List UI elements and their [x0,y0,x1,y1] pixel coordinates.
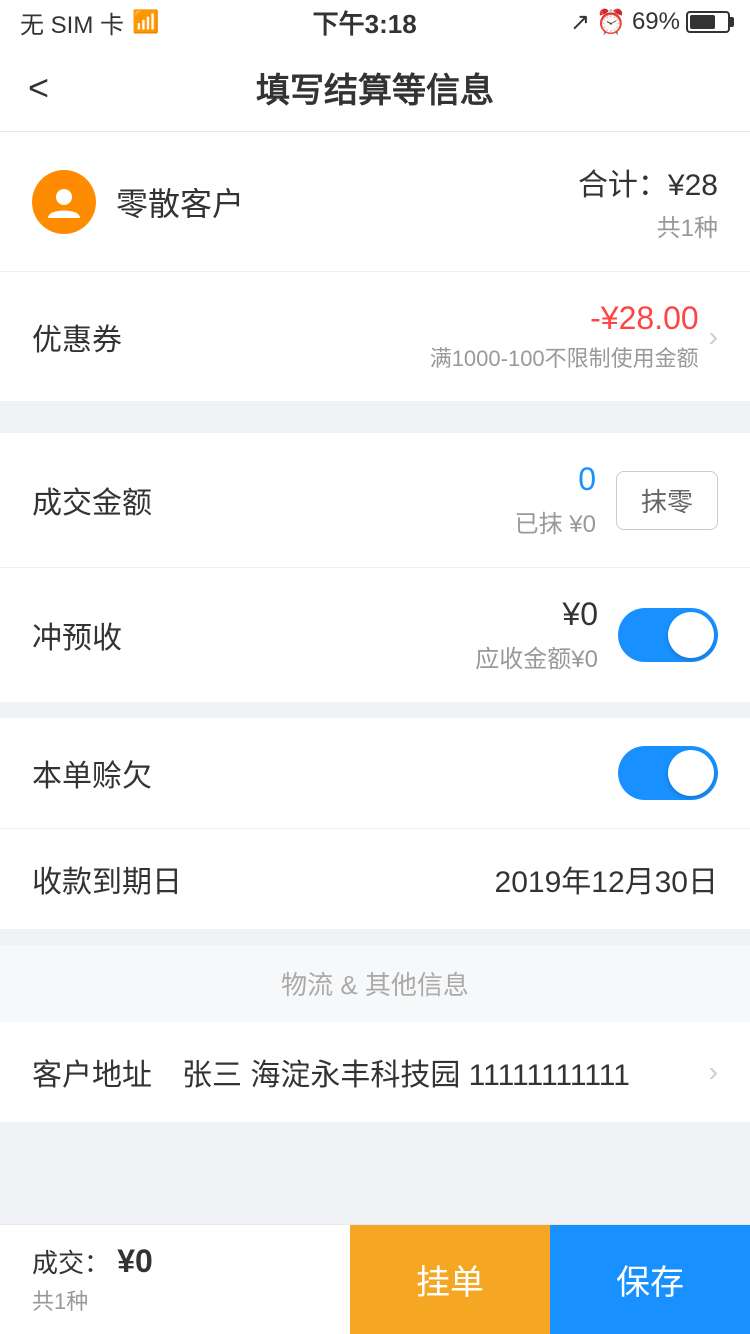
due-date-value: 2019年12月30日 [495,857,718,901]
total-amount: 合计：¥28 [578,160,718,204]
status-right: ↗ ⏰ 69% [570,8,730,37]
deal-amount-card: 成交金额 0 已抹 ¥0 抹零 冲预收 ¥0 应收金额¥0 [0,433,750,702]
content: 零散客户 合计：¥28 共1种 优惠券 -¥28.00 满1000-100不限制… [0,132,750,1258]
bottom-deal-amount: ¥0 [117,1243,153,1279]
coupon-right: -¥28.00 满1000-100不限制使用金额 › [430,300,718,373]
customer-card: 零散客户 合计：¥28 共1种 优惠券 -¥28.00 满1000-100不限制… [0,132,750,401]
coupon-label: 优惠券 [32,315,122,359]
prepayment-right: ¥0 应收金额¥0 [475,596,718,674]
alarm-icon: ⏰ [596,8,626,37]
logistics-header: 物流 & 其他信息 [0,945,750,1022]
hold-button[interactable]: 挂单 [350,1225,550,1334]
status-bar: 无 SIM 卡 📶 下午3:18 ↗ ⏰ 69% [0,0,750,44]
section-divider-1 [0,417,750,433]
location-icon: ↗ [570,8,590,37]
prepayment-label: 冲预收 [32,613,122,657]
customer-summary: 合计：¥28 共1种 [578,160,718,243]
wifi-icon: 📶 [132,9,159,35]
prepayment-row: 冲预收 ¥0 应收金额¥0 [0,568,750,702]
total-count: 共1种 [578,208,718,243]
due-date-row: 收款到期日 2019年12月30日 [0,829,750,929]
avatar [32,170,96,234]
deal-amount-row: 成交金额 0 已抹 ¥0 抹零 [0,433,750,568]
section-divider-2 [0,702,750,718]
bottom-deal-label: 成交： [32,1248,110,1278]
bottom-summary: 成交： ¥0 共1种 [0,1243,350,1316]
battery-fill [690,15,715,29]
coupon-desc: 满1000-100不限制使用金额 [430,341,699,373]
logistics-title: 物流 & 其他信息 [281,970,469,1000]
deal-amount-label: 成交金额 [32,478,152,522]
prepayment-sub: 应收金额¥0 [475,639,598,674]
address-label: 客户地址 [32,1050,152,1094]
prepayment-toggle[interactable] [618,608,718,662]
carrier-label: 无 SIM 卡 [20,5,124,40]
save-button[interactable]: 保存 [550,1225,750,1334]
status-time: 下午3:18 [313,4,417,41]
page-title: 填写结算等信息 [256,63,494,112]
customer-row: 零散客户 合计：¥28 共1种 [0,132,750,271]
chevron-right-icon: › [709,321,718,353]
debit-right [618,746,718,800]
debit-label: 本单赊欠 [32,751,152,795]
customer-left: 零散客户 [32,170,244,234]
battery-percent: 69% [632,8,680,36]
section-divider-3 [0,929,750,945]
address-card: 客户地址 张三 海淀永丰科技园 11111111111 › [0,1022,750,1122]
coupon-row[interactable]: 优惠券 -¥28.00 满1000-100不限制使用金额 › [0,271,750,401]
debit-row: 本单赊欠 [0,718,750,829]
user-icon [46,184,82,220]
bottom-count: 共1种 [32,1284,318,1316]
address-chevron-icon: › [709,1056,718,1088]
prepayment-values: ¥0 应收金额¥0 [475,596,598,674]
status-left: 无 SIM 卡 📶 [20,5,159,40]
deal-amount-value[interactable]: 0 [556,461,596,498]
nav-bar: < 填写结算等信息 [0,44,750,132]
due-date-label: 收款到期日 [32,857,182,901]
address-value: 张三 海淀永丰科技园 11111111111 [182,1050,709,1094]
toggle-knob [668,612,714,658]
deal-amount-sub: 已抹 ¥0 [515,504,596,539]
battery-icon [686,11,730,33]
bottom-deal-row: 成交： ¥0 [32,1243,318,1280]
customer-name: 零散客户 [116,179,244,225]
debit-toggle[interactable] [618,746,718,800]
prepayment-amount: ¥0 [558,596,598,633]
deal-amount-right: 0 已抹 ¥0 抹零 [515,461,718,539]
coupon-discount: -¥28.00 [430,300,699,337]
deal-amount-values: 0 已抹 ¥0 [515,461,596,539]
address-row[interactable]: 客户地址 张三 海淀永丰科技园 11111111111 › [0,1022,750,1122]
back-button[interactable]: < [28,67,49,109]
bottom-bar: 成交： ¥0 共1种 挂单 保存 [0,1224,750,1334]
coupon-value-block: -¥28.00 满1000-100不限制使用金额 [430,300,699,373]
round-off-button[interactable]: 抹零 [616,471,718,530]
debit-card: 本单赊欠 收款到期日 2019年12月30日 [0,718,750,929]
debit-toggle-knob [668,750,714,796]
